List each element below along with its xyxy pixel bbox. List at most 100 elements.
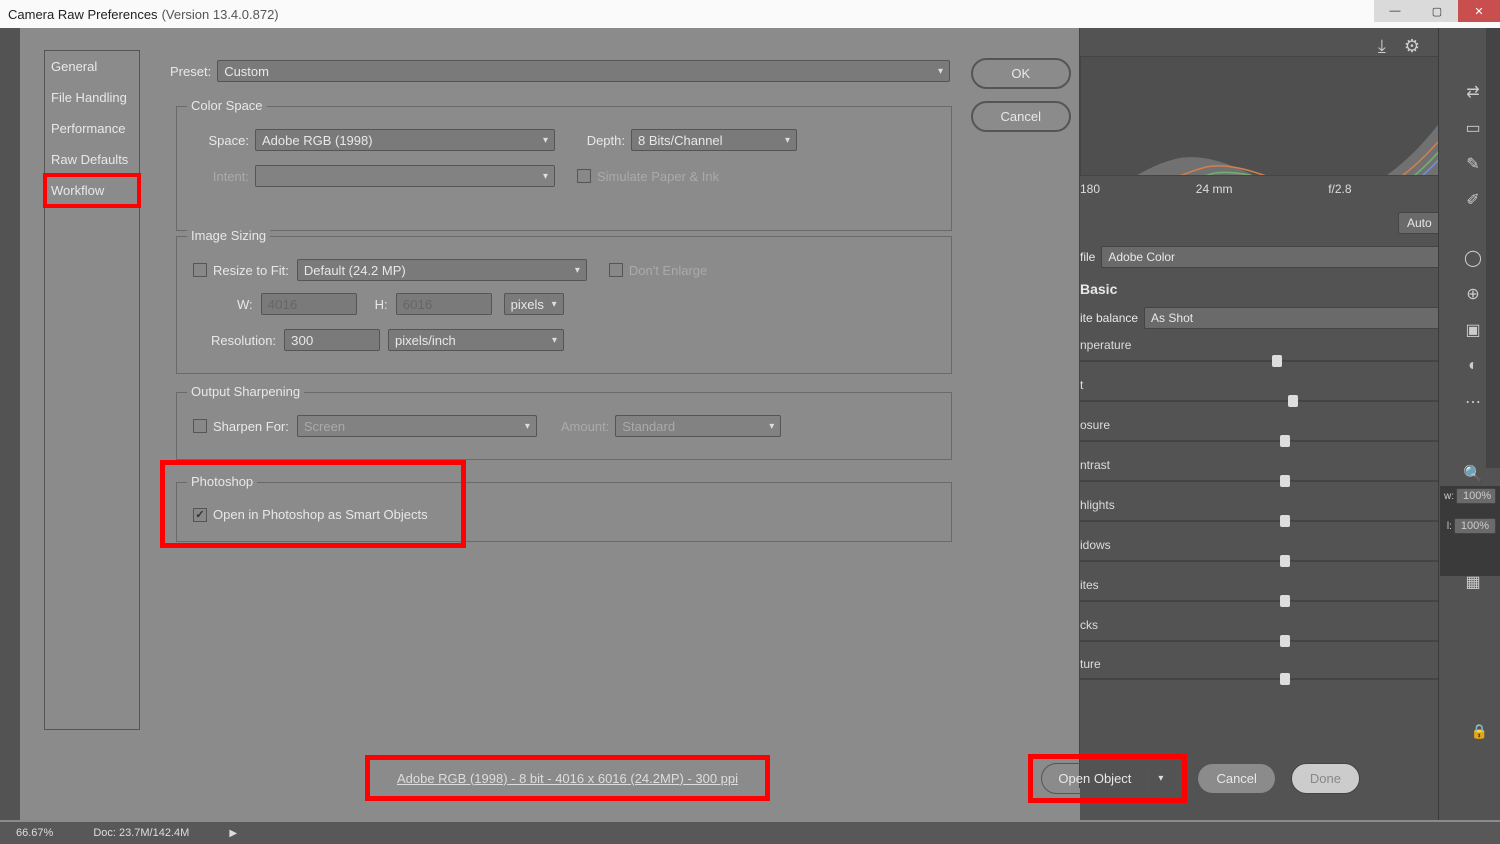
color-space-legend: Color Space [187,98,267,113]
slider-track[interactable] [1080,353,1490,369]
slider-label: idows [1080,538,1111,552]
slider-thumb[interactable] [1280,435,1290,447]
zoom-level[interactable]: 66.67% [16,827,53,839]
slider-track[interactable] [1080,593,1490,609]
width-input [261,293,357,315]
slider-track[interactable] [1080,553,1490,569]
workflow-settings-link[interactable]: Adobe RGB (1998) - 8 bit - 4016 x 6016 (… [370,760,765,796]
slider-thumb[interactable] [1280,515,1290,527]
unit-select[interactable]: pixels ▾ [504,293,564,315]
statusbar-chevron-icon[interactable]: ▶ [229,828,237,839]
search-icon[interactable]: 🔍 [1463,464,1483,484]
intent-label: Intent: [201,169,249,184]
slider-thumb[interactable] [1280,475,1290,487]
whitebalance-label: ite balance [1080,311,1138,325]
photoshop-fieldset: Photoshop Open in Photoshop as Smart Obj… [176,482,952,542]
slider-track[interactable] [1080,633,1490,649]
brush-icon[interactable]: ✐ [1463,190,1483,210]
slider-label: t [1080,378,1083,392]
slider-thumb[interactable] [1280,635,1290,647]
eyedropper-tool-icon[interactable]: ✎ [1463,154,1483,174]
chevron-down-icon: ▾ [543,135,548,146]
minimize-button[interactable]: — [1374,0,1416,22]
basic-panel-header[interactable]: Basic [1080,281,1117,297]
layers-icon[interactable]: ▣ [1463,320,1483,340]
sharpen-checkbox[interactable] [193,419,207,433]
chevron-down-icon: ▾ [575,265,580,276]
resize-checkbox[interactable] [193,263,207,277]
sharpen-label: Sharpen For: [213,419,289,434]
statusbar: 66.67% Doc: 23.7M/142.4M ▶ [0,822,1500,844]
open-object-button[interactable]: Open Object ▾ [1041,763,1174,794]
depth-select[interactable]: 8 Bits/Channel ▾ [631,129,797,151]
slider-thumb[interactable] [1280,595,1290,607]
cancel-button[interactable]: Cancel [971,101,1071,132]
ok-button[interactable]: OK [971,58,1071,89]
chevron-down-icon: ▾ [525,421,530,432]
titlebar: Camera Raw Preferences (Version 13.4.0.8… [0,0,1500,28]
chevron-down-icon: ▾ [785,135,790,146]
smart-objects-checkbox[interactable] [193,508,207,522]
height-input [396,293,492,315]
slider-track[interactable] [1080,393,1490,409]
output-sharpening-legend: Output Sharpening [187,384,304,399]
slider-thumb[interactable] [1280,673,1290,685]
switch-icon[interactable]: ⇄ [1463,82,1483,102]
more-icon[interactable]: ⋯ [1463,392,1483,412]
gear-icon[interactable]: ⚙ [1404,36,1420,57]
dont-enlarge-label: Don't Enlarge [629,263,707,278]
slider-track[interactable] [1080,671,1490,687]
close-button[interactable]: ✕ [1458,0,1500,22]
circle-icon[interactable]: ◯ [1463,248,1483,268]
slider-thumb[interactable] [1280,555,1290,567]
dont-enlarge-checkbox [609,263,623,277]
chevron-down-icon: ▾ [769,421,774,432]
slider-track[interactable] [1080,473,1490,489]
chevron-down-icon: ▾ [552,335,557,346]
chevron-down-icon: ▾ [552,299,557,310]
res-unit-select[interactable]: pixels/inch ▾ [388,329,564,351]
camera-raw-preferences-dialog: General File Handling Performance Raw De… [20,28,1080,788]
export-icon[interactable]: ⤓ [1378,36,1386,57]
resolution-label: Resolution: [211,333,276,348]
slider-label: hlights [1080,498,1115,512]
slider-thumb[interactable] [1272,355,1282,367]
window-controls: — ▢ ✕ [1374,0,1500,22]
slider-thumb[interactable] [1288,395,1298,407]
crop-icon[interactable]: ▭ [1463,118,1483,138]
lock-icon[interactable]: 🔒 [1471,723,1488,740]
globe-icon[interactable]: ◐ [1463,356,1483,376]
resize-select[interactable]: Default (24.2 MP) ▾ [297,259,587,281]
add-circle-icon[interactable]: ⊕ [1463,284,1483,304]
space-select[interactable]: Adobe RGB (1998) ▾ [255,129,555,151]
slider-label: ites [1080,578,1099,592]
slider-track[interactable] [1080,513,1490,529]
sidebar-item-raw-defaults[interactable]: Raw Defaults [45,144,139,175]
smart-objects-label: Open in Photoshop as Smart Objects [213,507,428,522]
preset-select[interactable]: Custom ▾ [217,60,950,82]
amount-select: Standard ▾ [615,415,781,437]
slider-label: ture [1080,657,1101,671]
sidebar-item-workflow[interactable]: Workflow [45,175,139,206]
left-toolbar [0,28,20,820]
cancel-action-button[interactable]: Cancel [1198,764,1274,793]
exif-focal: 24 mm [1196,182,1233,196]
sharpen-select: Screen ▾ [297,415,537,437]
acr-right-panel: ⤓ ⚙ 180 24 mm f/2.8 1/4000s ▲ Basic Auto… [1080,28,1500,820]
open-object-dropdown[interactable]: ▾ [1147,766,1173,791]
done-button[interactable]: Done [1291,763,1360,794]
w-label: W: [237,297,253,312]
sidebar-item-performance[interactable]: Performance [45,113,139,144]
sidebar-item-file-handling[interactable]: File Handling [45,82,139,113]
slider-label: nperature [1080,338,1131,352]
slider-label: ntrast [1080,458,1110,472]
slider-label: osure [1080,418,1110,432]
intent-select: ▾ [255,165,555,187]
profile-select[interactable]: Adobe Color ▾ [1101,246,1470,268]
auto-button[interactable]: Auto [1398,212,1441,234]
slider-track[interactable] [1080,433,1490,449]
whitebalance-select[interactable]: As Shot ▾ [1144,307,1472,329]
maximize-button[interactable]: ▢ [1416,0,1458,22]
sidebar-item-general[interactable]: General [45,51,139,82]
resolution-input[interactable] [284,329,380,351]
